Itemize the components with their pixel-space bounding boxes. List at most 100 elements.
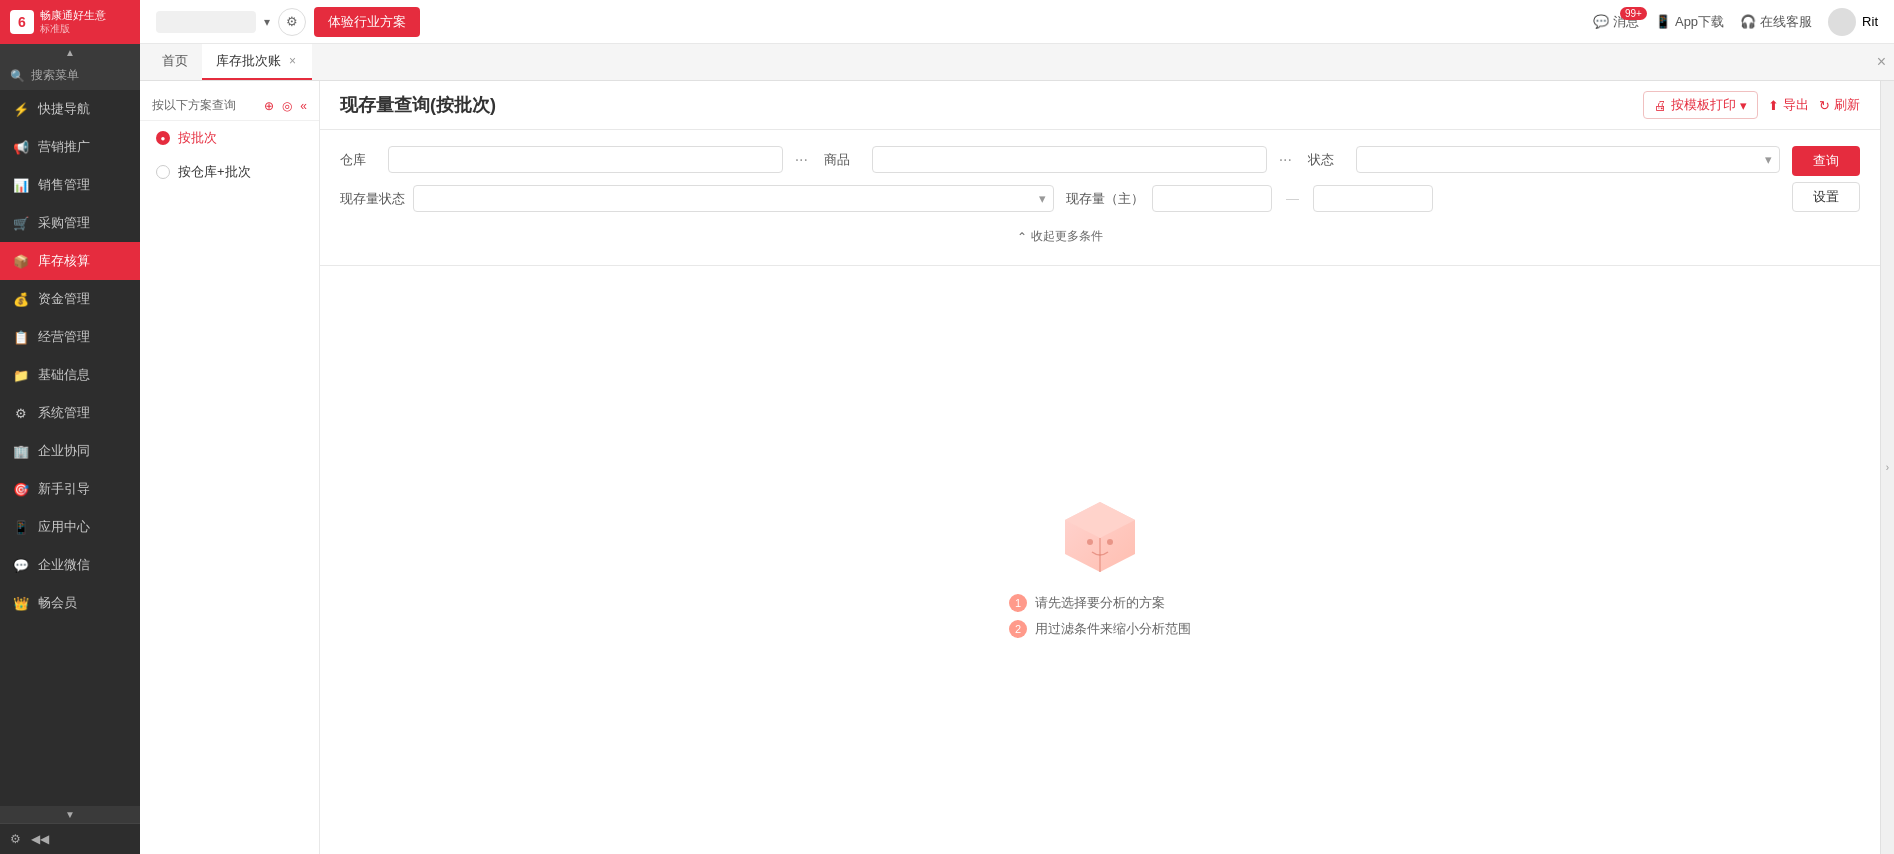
sidebar-item-sales[interactable]: 📊 销售管理 [0, 166, 140, 204]
tab-inventory-batch-label: 库存批次账 [216, 52, 281, 70]
sidebar-item-app-center[interactable]: 📱 应用中心 [0, 508, 140, 546]
topbar-left: ▾ ⚙ 体验行业方案 [156, 7, 1583, 37]
tabs-close-all-button[interactable]: × [1877, 53, 1886, 71]
print-dropdown-icon: ▾ [1740, 98, 1747, 113]
stock-qty-separator: — [1286, 191, 1299, 206]
message-button[interactable]: 💬 消息 99+ [1593, 13, 1639, 31]
goods-label: 商品 [824, 151, 864, 169]
sidebar-header: 6 畅康通好生意 标准版 [0, 0, 140, 44]
right-panel-toggle-icon: › [1886, 462, 1889, 473]
footer-settings-button[interactable]: ⚙ [10, 832, 21, 846]
sidebar-item-inventory[interactable]: 📦 库存核算 [0, 242, 140, 280]
purchase-icon: 🛒 [12, 214, 30, 232]
stock-status-select[interactable] [413, 185, 1054, 212]
stock-status-field: 现存量状态 [340, 185, 1054, 212]
app-name: 畅康通好生意 [40, 8, 106, 22]
empty-tip-2: 2 用过滤条件来缩小分析范围 [1009, 620, 1191, 638]
filter-dot-active: ● [156, 131, 170, 145]
sidebar-nav: ⚡ 快捷导航 📢 营销推广 📊 销售管理 🛒 采购管理 📦 库存核算 💰 资金管… [0, 90, 140, 806]
sidebar-item-newbie[interactable]: 🎯 新手引导 [0, 470, 140, 508]
filter-collapse-icon[interactable]: « [300, 99, 307, 113]
sidebar-item-marketing[interactable]: 📢 营销推广 [0, 128, 140, 166]
operations-icon: 📋 [12, 328, 30, 346]
collapse-icon: ⌃ [1017, 230, 1027, 244]
user-area[interactable]: Rit [1828, 8, 1878, 36]
empty-tips: 1 请先选择要分析的方案 2 用过滤条件来缩小分析范围 [1009, 594, 1191, 638]
sidebar-item-member[interactable]: 👑 畅会员 [0, 584, 140, 622]
goods-dots[interactable]: ··· [1275, 151, 1296, 169]
headset-icon: 🎧 [1740, 14, 1756, 29]
breadcrumb-input[interactable] [156, 11, 256, 33]
sidebar-item-purchase[interactable]: 🛒 采购管理 [0, 204, 140, 242]
tabs-bar: 首页 库存批次账 × × [140, 44, 1894, 81]
warehouse-field: 仓库 ··· [340, 146, 812, 173]
filter-item-batch[interactable]: ● 按批次 [140, 121, 319, 155]
page-title-actions: 🖨 按模板打印 ▾ ⬆ 导出 ↻ 刷新 [1643, 91, 1860, 119]
sidebar-item-enterprise[interactable]: 🏢 企业协同 [0, 432, 140, 470]
sidebar-item-basic-info[interactable]: 📁 基础信息 [0, 356, 140, 394]
query-row-2: 现存量状态 现存量（主） — [340, 185, 1780, 212]
goods-input[interactable] [872, 146, 1267, 173]
refresh-button[interactable]: ↻ 刷新 [1819, 96, 1860, 114]
sales-icon: 📊 [12, 176, 30, 194]
phone-icon: 📱 [1655, 14, 1671, 29]
sidebar-footer: ⚙ ◀◀ [0, 823, 140, 854]
search-icon: 🔍 [10, 69, 25, 83]
quick-nav-icon: ⚡ [12, 100, 30, 118]
query-button[interactable]: 查询 [1792, 146, 1860, 176]
export-button[interactable]: ⬆ 导出 [1768, 96, 1809, 114]
sidebar-item-enterprise-wechat[interactable]: 💬 企业微信 [0, 546, 140, 584]
tab-home[interactable]: 首页 [148, 44, 202, 80]
filter-panel-header: 按以下方案查询 ⊕ ◎ « [140, 91, 319, 121]
filter-add-icon[interactable]: ⊕ [264, 99, 274, 113]
right-panel-toggle[interactable]: › [1880, 81, 1894, 854]
tip-2-text: 用过滤条件来缩小分析范围 [1035, 620, 1191, 638]
svg-point-3 [1087, 539, 1093, 545]
footer-collapse-button[interactable]: ◀◀ [31, 832, 49, 846]
sidebar-scroll-down[interactable]: ▼ [0, 806, 140, 823]
filter-item-warehouse-batch[interactable]: 按仓库+批次 [140, 155, 319, 189]
search-menu-button[interactable]: 🔍 搜索菜单 [0, 61, 140, 90]
sidebar: 6 畅康通好生意 标准版 ▲ 🔍 搜索菜单 ⚡ 快捷导航 📢 营销推广 📊 销售… [0, 0, 140, 854]
page-title: 现存量查询(按批次) [340, 93, 496, 117]
topbar-dropdown-icon[interactable]: ▾ [264, 15, 270, 29]
empty-box-svg [1050, 482, 1150, 582]
online-service-button[interactable]: 🎧 在线客服 [1740, 13, 1812, 31]
sidebar-item-label: 系统管理 [38, 404, 90, 422]
filter-item-batch-label: 按批次 [178, 129, 217, 147]
query-form-inner: 仓库 ··· 商品 ··· 状态 [340, 146, 1860, 249]
sidebar-item-finance[interactable]: 💰 资金管理 [0, 280, 140, 318]
message-badge: 99+ [1620, 7, 1647, 20]
sidebar-item-quick-nav[interactable]: ⚡ 快捷导航 [0, 90, 140, 128]
filter-settings-icon[interactable]: ◎ [282, 99, 292, 113]
stock-qty-from-input[interactable] [1152, 185, 1272, 212]
sidebar-item-label: 采购管理 [38, 214, 90, 232]
tab-inventory-batch[interactable]: 库存批次账 × [202, 44, 312, 80]
sidebar-item-label: 畅会员 [38, 594, 77, 612]
tab-home-label: 首页 [162, 52, 188, 70]
app-download-button[interactable]: 📱 App下载 [1655, 13, 1724, 31]
trial-button[interactable]: 体验行业方案 [314, 7, 420, 37]
print-button[interactable]: 🖨 按模板打印 ▾ [1643, 91, 1758, 119]
empty-state-icon [1050, 482, 1150, 582]
gear-icon: ⚙ [286, 14, 298, 29]
svg-point-4 [1107, 539, 1113, 545]
export-icon: ⬆ [1768, 98, 1779, 113]
collapse-more-button[interactable]: ⌃ 收起更多条件 [340, 224, 1780, 249]
sidebar-scroll-up[interactable]: ▲ [0, 44, 140, 61]
settings-button[interactable]: 设置 [1792, 182, 1860, 212]
topbar-gear-button[interactable]: ⚙ [278, 8, 306, 36]
warehouse-dots[interactable]: ··· [791, 151, 812, 169]
warehouse-input[interactable] [388, 146, 783, 173]
sidebar-item-operations[interactable]: 📋 经营管理 [0, 318, 140, 356]
print-icon: 🖨 [1654, 98, 1667, 113]
status-select[interactable] [1356, 146, 1780, 173]
content-area: 按以下方案查询 ⊕ ◎ « ● 按批次 按仓库+批次 现存量查询(按批次) [140, 81, 1894, 854]
stock-qty-to-input[interactable] [1313, 185, 1433, 212]
tip-1-text: 请先选择要分析的方案 [1035, 594, 1165, 612]
message-icon: 💬 [1593, 14, 1609, 29]
tab-close-button[interactable]: × [287, 54, 298, 68]
sidebar-item-label: 快捷导航 [38, 100, 90, 118]
enterprise-icon: 🏢 [12, 442, 30, 460]
sidebar-item-system[interactable]: ⚙ 系统管理 [0, 394, 140, 432]
